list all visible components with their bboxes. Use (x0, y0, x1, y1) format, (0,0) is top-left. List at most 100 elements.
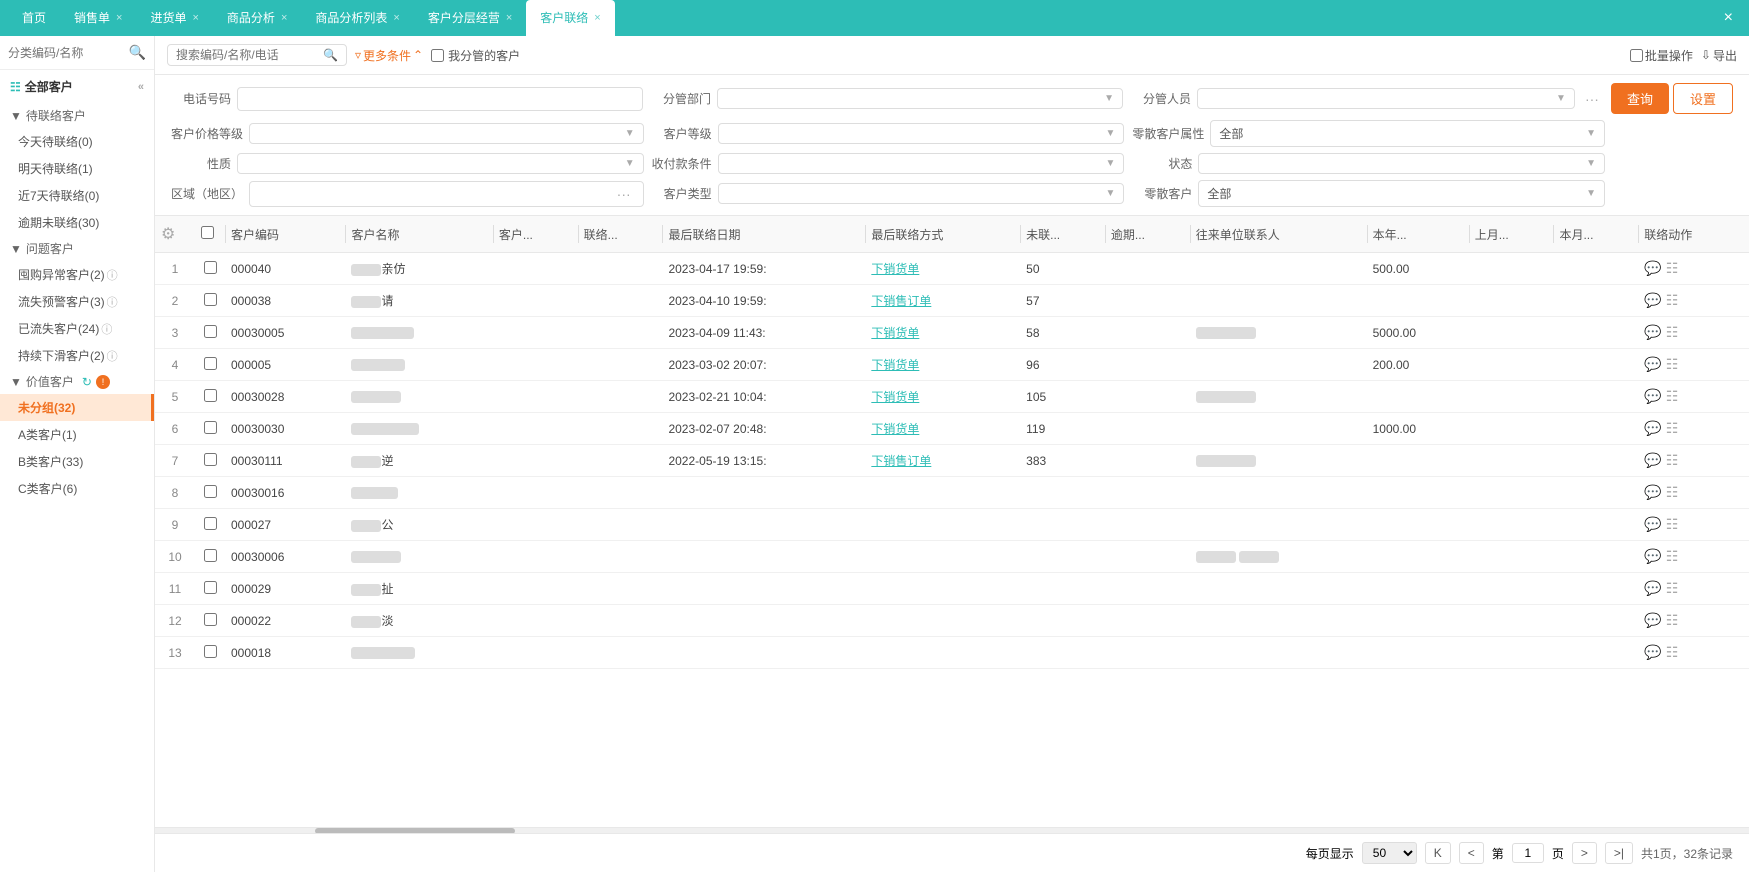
qr-icon[interactable]: ☷ (1666, 420, 1679, 437)
close-purchase-tab[interactable]: × (192, 0, 198, 36)
qr-icon[interactable]: ☷ (1666, 548, 1679, 565)
sidebar-group-pending[interactable]: ▼ 待联络客户 (0, 103, 154, 128)
sidebar-item-b-class[interactable]: B类客户(33) (0, 448, 154, 475)
adv-price-grade-select[interactable]: ▼ (249, 123, 644, 144)
sidebar-item-c-class[interactable]: C类客户(6) (0, 475, 154, 502)
sidebar-all-customers[interactable]: ☷ 全部客户 « (0, 70, 154, 103)
chat-icon[interactable]: 💬 (1644, 612, 1661, 629)
adv-status-select[interactable]: ▼ (1198, 153, 1605, 174)
contact-method-link[interactable]: 下销货单 (871, 422, 919, 436)
filter-search-input[interactable] (176, 48, 319, 62)
qr-icon[interactable]: ☷ (1666, 484, 1679, 501)
contact-method-link[interactable]: 下销售订单 (871, 454, 931, 468)
adv-cust-type-select[interactable]: ▼ (718, 183, 1125, 204)
query-btn[interactable]: 查询 (1611, 83, 1669, 114)
sidebar-item-ungroup[interactable]: 未分组(32) (0, 394, 154, 421)
qr-icon[interactable]: ☷ (1666, 516, 1679, 533)
sidebar-group-problem[interactable]: ▼ 问题客户 (0, 236, 154, 261)
filter-search-icon[interactable]: 🔍 (323, 48, 338, 62)
row-checkbox[interactable] (204, 485, 217, 498)
qr-icon[interactable]: ☷ (1666, 644, 1679, 661)
page-input[interactable] (1512, 843, 1544, 863)
tab-customer-contact[interactable]: 客户联络 × (526, 0, 614, 36)
qr-icon[interactable]: ☷ (1666, 452, 1679, 469)
chat-icon[interactable]: 💬 (1644, 484, 1661, 501)
chat-icon[interactable]: 💬 (1644, 260, 1661, 277)
collapse-icon[interactable]: « (138, 81, 144, 93)
refresh-icon[interactable]: ↻ (82, 375, 92, 389)
sidebar-group-value[interactable]: ▼ 价值客户 ↻ ! (0, 369, 154, 394)
row-checkbox[interactable] (204, 581, 217, 594)
prev-page-btn[interactable]: < (1459, 842, 1484, 864)
gear-icon[interactable]: ⚙ (161, 226, 175, 243)
close-product-analysis-list-tab[interactable]: × (393, 0, 399, 36)
my-customers-filter[interactable]: 我分管的客户 (431, 47, 520, 64)
sidebar-item-overdue[interactable]: 逾期未联络(30) (0, 209, 154, 236)
row-checkbox[interactable] (204, 549, 217, 562)
adv-zero-attr-select[interactable]: 全部 ▼ (1210, 120, 1605, 147)
select-all-checkbox[interactable] (201, 226, 214, 239)
qr-icon[interactable]: ☷ (1666, 292, 1679, 309)
export-btn[interactable]: ⇩ 导出 (1701, 47, 1737, 64)
qr-icon[interactable]: ☷ (1666, 580, 1679, 597)
first-page-btn[interactable]: K (1425, 842, 1451, 864)
row-checkbox[interactable] (204, 645, 217, 658)
row-checkbox[interactable] (204, 389, 217, 402)
last-page-btn[interactable]: >| (1605, 842, 1633, 864)
sidebar-item-today[interactable]: 今天待联络(0) (0, 128, 154, 155)
close-sales-tab[interactable]: × (116, 0, 122, 36)
row-checkbox[interactable] (204, 517, 217, 530)
row-checkbox[interactable] (204, 421, 217, 434)
contact-method-link[interactable]: 下销货单 (871, 326, 919, 340)
contact-method-link[interactable]: 下销货单 (871, 358, 919, 372)
sidebar-item-lost[interactable]: 已流失客户(24) ⓘ (0, 315, 154, 342)
adv-nature-select[interactable]: ▼ (237, 153, 644, 174)
tab-home[interactable]: 首页 (8, 0, 60, 36)
adv-zero-cust-select[interactable]: 全部 ▼ (1198, 180, 1605, 207)
close-product-analysis-tab[interactable]: × (281, 0, 287, 36)
per-page-select[interactable]: 50 100 200 (1362, 842, 1417, 864)
sidebar-item-abnormal[interactable]: 囤购异常客户(2) ⓘ (0, 261, 154, 288)
tab-purchase[interactable]: 进货单 × (136, 0, 212, 36)
sidebar-item-warn[interactable]: 流失预警客户(3) ⓘ (0, 288, 154, 315)
nav-close-btn[interactable]: × (1716, 9, 1741, 27)
adv-region-select[interactable]: ··· (249, 181, 644, 207)
adv-payment-select[interactable]: ▼ (718, 153, 1125, 174)
chat-icon[interactable]: 💬 (1644, 292, 1661, 309)
adv-cust-grade-select[interactable]: ▼ (718, 123, 1125, 144)
tab-sales[interactable]: 销售单 × (60, 0, 136, 36)
qr-icon[interactable]: ☷ (1666, 612, 1679, 629)
row-checkbox[interactable] (204, 357, 217, 370)
my-customers-checkbox[interactable] (431, 49, 444, 62)
reset-btn[interactable]: 设置 (1673, 83, 1733, 114)
contact-method-link[interactable]: 下销货单 (871, 390, 919, 404)
adv-dept-select[interactable]: ▼ (717, 88, 1123, 109)
tab-product-analysis[interactable]: 商品分析 × (213, 0, 301, 36)
sidebar-search-icon[interactable]: 🔍 (129, 44, 146, 61)
batch-checkbox[interactable] (1630, 49, 1643, 62)
person-dots-btn[interactable]: ··· (1581, 91, 1603, 107)
row-checkbox[interactable] (204, 453, 217, 466)
chat-icon[interactable]: 💬 (1644, 324, 1661, 341)
sidebar-item-tomorrow[interactable]: 明天待联络(1) (0, 155, 154, 182)
contact-method-link[interactable]: 下销货单 (871, 262, 919, 276)
chat-icon[interactable]: 💬 (1644, 548, 1661, 565)
qr-icon[interactable]: ☷ (1666, 356, 1679, 373)
region-dots-icon[interactable]: ··· (613, 186, 635, 202)
row-checkbox[interactable] (204, 261, 217, 274)
sidebar-search-input[interactable] (8, 46, 125, 60)
sidebar-item-7days[interactable]: 近7天待联络(0) (0, 182, 154, 209)
chat-icon[interactable]: 💬 (1644, 356, 1661, 373)
close-customer-contact-tab[interactable]: × (594, 0, 600, 36)
chat-icon[interactable]: 💬 (1644, 452, 1661, 469)
qr-icon[interactable]: ☷ (1666, 260, 1679, 277)
next-page-btn[interactable]: > (1572, 842, 1597, 864)
tab-product-analysis-list[interactable]: 商品分析列表 × (301, 0, 413, 36)
chat-icon[interactable]: 💬 (1644, 580, 1661, 597)
adv-person-select[interactable]: ▼ (1197, 88, 1575, 109)
chat-icon[interactable]: 💬 (1644, 644, 1661, 661)
chat-icon[interactable]: 💬 (1644, 516, 1661, 533)
contact-method-link[interactable]: 下销售订单 (871, 294, 931, 308)
qr-icon[interactable]: ☷ (1666, 388, 1679, 405)
sidebar-item-a-class[interactable]: A类客户(1) (0, 421, 154, 448)
